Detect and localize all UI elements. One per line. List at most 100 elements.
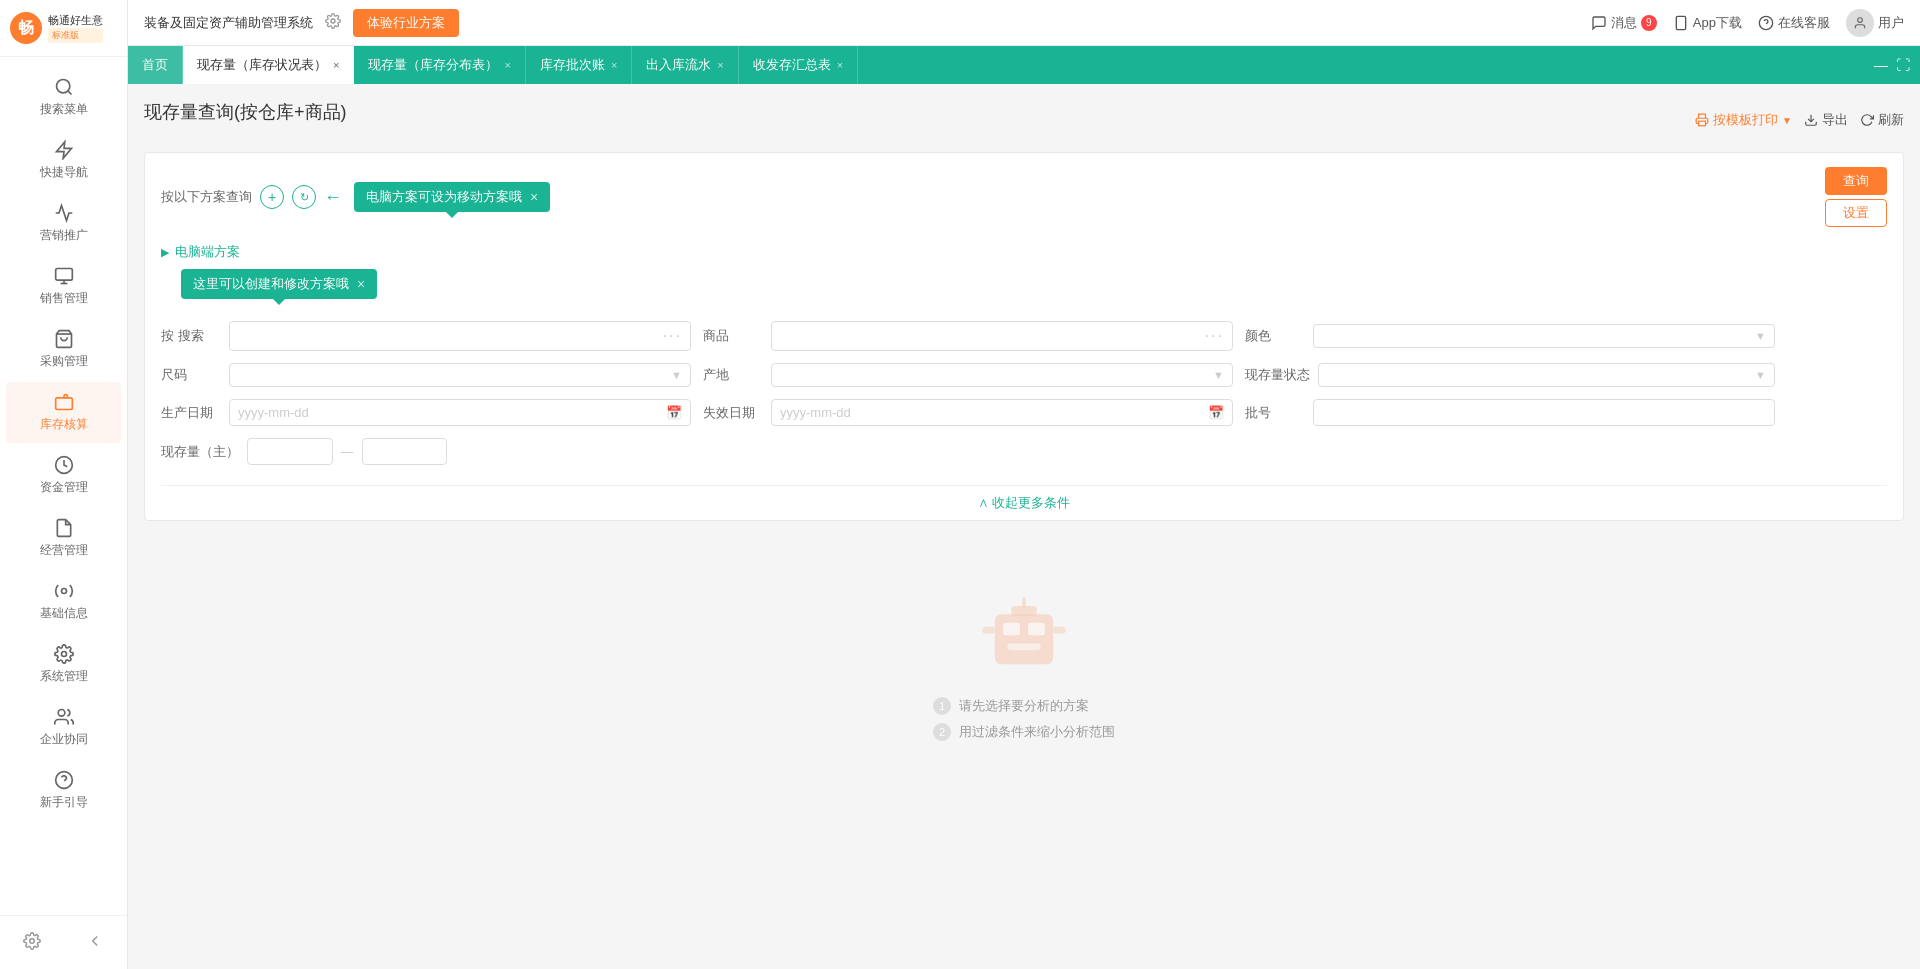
size-filter: 尺码 ▼ (161, 363, 691, 387)
product-select[interactable]: ··· (771, 321, 1233, 351)
tabs-maximize-icon[interactable]: ⛶ (1896, 57, 1910, 73)
add-scheme-btn[interactable]: + (260, 185, 284, 209)
collapse-icon: ∧ (978, 495, 989, 510)
settings-btn[interactable] (17, 926, 47, 959)
origin-select[interactable]: ▼ (771, 363, 1233, 387)
trial-button[interactable]: 体验行业方案 (353, 9, 459, 37)
tooltip-scheme1-text: 电脑方案可设为移动方案哦 (366, 188, 522, 206)
header: 装备及固定资产辅助管理系统 体验行业方案 消息 9 App下载 在线客服 (128, 0, 1920, 46)
tab-summary[interactable]: 收发存汇总表 × (739, 46, 858, 84)
app-download-action[interactable]: App下载 (1673, 14, 1742, 32)
svg-point-0 (56, 80, 69, 93)
message-label: 消息 (1611, 14, 1637, 32)
stock-status-select[interactable]: ▼ (1318, 363, 1775, 387)
refresh-label: 刷新 (1878, 111, 1904, 129)
expire-date-calendar-icon[interactable]: 📅 (1208, 405, 1224, 420)
tooltip-scheme1-close[interactable]: × (530, 189, 538, 205)
filter-row-1: 按 搜索 ··· 商品 ··· 颜色 (161, 321, 1887, 351)
query-button[interactable]: 查询 (1825, 167, 1887, 195)
product-label: 商品 (703, 327, 763, 345)
sidebar-item-system[interactable]: 系统管理 (6, 634, 121, 695)
tooltip-scheme1: 电脑方案可设为移动方案哦 × (354, 182, 550, 212)
reset-button[interactable]: 设置 (1825, 199, 1887, 227)
tab-inventory-dist[interactable]: 现存量（库存分布表） × (354, 46, 525, 84)
page-title: 现存量查询(按仓库+商品) (144, 100, 347, 124)
warehouse-label: 按 搜索 (161, 327, 221, 345)
product-dots-icon[interactable]: ··· (1205, 327, 1224, 345)
export-label: 导出 (1822, 111, 1848, 129)
user-action[interactable]: 用户 (1846, 9, 1904, 37)
tab-summary-close[interactable]: × (837, 59, 843, 71)
sidebar-item-search[interactable]: 搜索菜单 (6, 67, 121, 128)
empty-num-1: 1 (933, 697, 951, 715)
sidebar-label-purchase: 采购管理 (40, 353, 88, 370)
produce-date-calendar-icon[interactable]: 📅 (666, 405, 682, 420)
tabs-minimize-icon[interactable]: — (1874, 57, 1888, 73)
sidebar-label-basic: 基础信息 (40, 605, 88, 622)
svg-rect-20 (1699, 121, 1706, 126)
scheme-arrow-btn[interactable]: ← (324, 187, 342, 208)
sidebar-item-inventory[interactable]: 库存核算 (6, 382, 121, 443)
tabs-actions: — ⛶ (1864, 57, 1920, 73)
tab-batch[interactable]: 库存批次账 × (526, 46, 632, 84)
tab-flow[interactable]: 出入库流水 × (632, 46, 738, 84)
svg-rect-2 (55, 269, 72, 281)
tabs-bar: 首页 现存量（库存状况表） × 现存量（库存分布表） × 库存批次账 × 出入库… (128, 46, 1920, 84)
tab-inventory-status-close[interactable]: × (333, 59, 339, 71)
tooltip-scheme2-close[interactable]: × (357, 276, 365, 292)
tab-batch-close[interactable]: × (611, 59, 617, 71)
empty-hint-1: 1 请先选择要分析的方案 (933, 697, 1115, 715)
batch-input[interactable] (1313, 399, 1775, 426)
sidebar-item-enterprise[interactable]: 企业协同 (6, 697, 121, 758)
support-action[interactable]: 在线客服 (1758, 14, 1830, 32)
sidebar-label-inventory: 库存核算 (40, 416, 88, 433)
tab-home[interactable]: 首页 (128, 46, 183, 84)
edit-scheme-btn[interactable]: ↻ (292, 185, 316, 209)
warehouse-dots-icon[interactable]: ··· (663, 327, 682, 345)
header-right: 消息 9 App下载 在线客服 用户 (1591, 9, 1904, 37)
empty-state-icon (974, 581, 1074, 681)
svg-rect-27 (1022, 598, 1025, 608)
stock-main-label: 现存量（主） (161, 443, 239, 461)
size-select[interactable]: ▼ (229, 363, 691, 387)
stock-main-max-input[interactable] (362, 438, 448, 465)
stock-main-separator: — (341, 444, 354, 459)
sidebar-item-quick[interactable]: 快捷导航 (6, 130, 121, 191)
pc-scheme-label[interactable]: 电脑端方案 (175, 243, 240, 261)
stock-status-label: 现存量状态 (1245, 366, 1310, 384)
svg-rect-6 (55, 398, 72, 410)
sidebar: 畅 畅通好生意 标准版 搜索菜单 快捷导航 营销推广 销售管理 采购管理 (0, 0, 128, 969)
header-settings-icon[interactable] (325, 13, 341, 32)
warehouse-select[interactable]: ··· (229, 321, 691, 351)
tab-flow-close[interactable]: × (717, 59, 723, 71)
svg-rect-22 (995, 614, 1053, 664)
produce-date-input[interactable]: yyyy-mm-dd 📅 (229, 399, 691, 426)
tooltip-scheme2-text: 这里可以创建和修改方案哦 (193, 275, 349, 293)
collapse-bar[interactable]: ∧ 收起更多条件 (161, 485, 1887, 520)
sidebar-item-marketing[interactable]: 营销推广 (6, 193, 121, 254)
tab-inventory-dist-close[interactable]: × (504, 59, 510, 71)
sidebar-label-system: 系统管理 (40, 668, 88, 685)
origin-chevron-icon: ▼ (1213, 369, 1224, 381)
refresh-button[interactable]: 刷新 (1860, 111, 1904, 129)
expire-date-input[interactable]: yyyy-mm-dd 📅 (771, 399, 1233, 426)
sidebar-item-basic[interactable]: 基础信息 (6, 571, 121, 632)
empty-hint-1-text: 请先选择要分析的方案 (959, 697, 1089, 715)
print-button[interactable]: 按模板打印 ▼ (1695, 111, 1792, 129)
sidebar-item-purchase[interactable]: 采购管理 (6, 319, 121, 380)
logo-icon: 畅 (10, 12, 42, 44)
tab-home-label: 首页 (142, 56, 168, 74)
export-button[interactable]: 导出 (1804, 111, 1848, 129)
tab-inventory-status[interactable]: 现存量（库存状况表） × (183, 46, 354, 84)
sidebar-item-guide[interactable]: 新手引导 (6, 760, 121, 821)
collapse-sidebar-btn[interactable] (80, 926, 110, 959)
stock-main-min-input[interactable] (247, 438, 333, 465)
color-select[interactable]: ▼ (1313, 324, 1775, 348)
message-action[interactable]: 消息 9 (1591, 14, 1657, 32)
color-label: 颜色 (1245, 327, 1305, 345)
svg-rect-29 (1053, 627, 1066, 634)
sidebar-item-finance[interactable]: 资金管理 (6, 445, 121, 506)
main-area: 装备及固定资产辅助管理系统 体验行业方案 消息 9 App下载 在线客服 (128, 0, 1920, 969)
sidebar-item-sales[interactable]: 销售管理 (6, 256, 121, 317)
sidebar-item-operations[interactable]: 经营管理 (6, 508, 121, 569)
